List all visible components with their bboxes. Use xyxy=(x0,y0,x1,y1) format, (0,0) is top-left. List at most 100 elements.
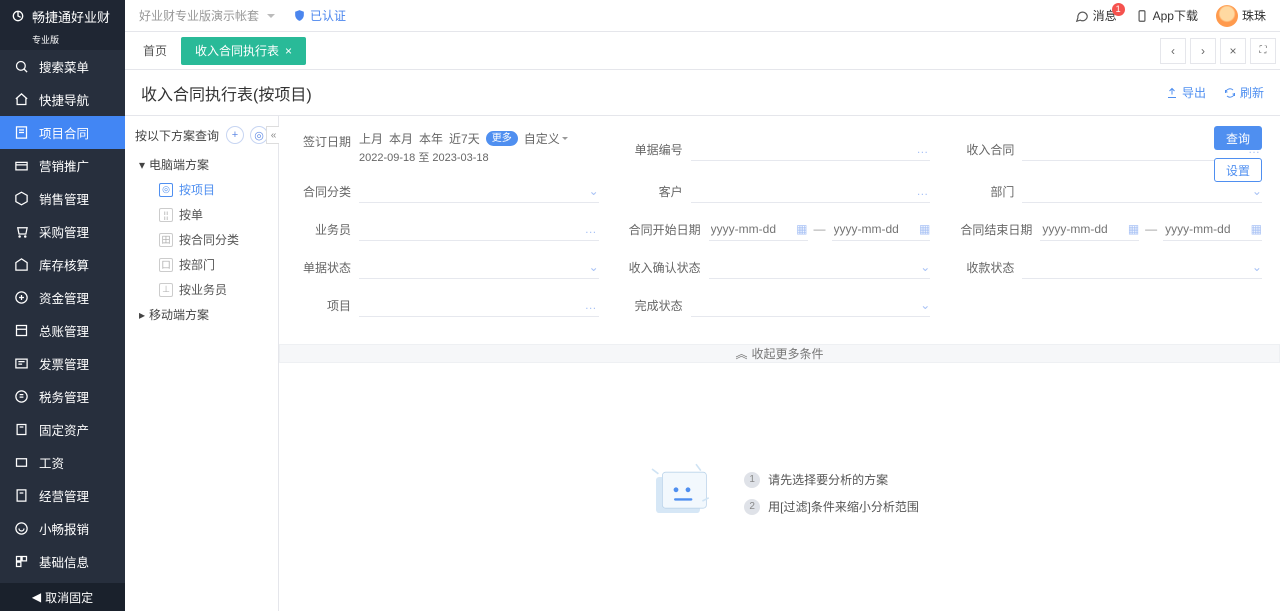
cend-to[interactable]: ▦ xyxy=(1163,217,1262,241)
tab-controls: ‹ › × ⛶ xyxy=(1160,38,1280,64)
settings-button[interactable]: 设置 xyxy=(1214,158,1262,182)
docstate-select[interactable]: ⌄ xyxy=(359,255,599,279)
page-body: 按以下方案查询 + ◎ « ▾ 电脑端方案 ◎按项目 ¦¦按单 田按合同分类 囗… xyxy=(125,116,1280,611)
content: 签订日期 上月 本月 本年 近7天 更多 自定义 2022-09-18 至 20… xyxy=(279,116,1280,611)
chevron-down-icon: ⌄ xyxy=(589,260,599,274)
sidebar-item-marketing[interactable]: 营销推广 xyxy=(0,149,125,182)
chevron-down-icon: ⌄ xyxy=(1252,184,1262,198)
page-header: 收入合同执行表(按项目) 导出 刷新 xyxy=(125,70,1280,116)
close-icon[interactable]: × xyxy=(285,44,292,58)
scheme-group-mobile[interactable]: ▸ 移动端方案 xyxy=(131,302,278,327)
sidebar-item-biz[interactable]: 经营管理 xyxy=(0,479,125,512)
sidebar-item-search[interactable]: 搜索菜单 xyxy=(0,50,125,83)
user-menu[interactable]: 珠珠 xyxy=(1216,5,1266,27)
auth-badge: 已认证 xyxy=(293,7,346,24)
salesman-lookup[interactable]: … xyxy=(359,217,599,241)
edition-tag: 专业版 xyxy=(0,32,125,50)
logo: 畅捷通好业财 xyxy=(0,0,125,32)
export-icon xyxy=(1166,87,1178,99)
sidebar-item-contract[interactable]: 项目合同 xyxy=(0,116,125,149)
donestate-select[interactable]: ⌄ xyxy=(691,293,931,317)
more-icon: … xyxy=(916,142,930,156)
customer-lookup[interactable]: … xyxy=(691,179,931,203)
date-input[interactable] xyxy=(1163,221,1250,237)
project-lookup[interactable]: … xyxy=(359,293,599,317)
refresh-button[interactable]: 刷新 xyxy=(1224,84,1264,101)
tab-expand[interactable]: ⛶ xyxy=(1250,38,1276,64)
notifications-button[interactable]: 消息 1 xyxy=(1075,7,1117,24)
chip-7days[interactable]: 近7天 xyxy=(449,130,480,147)
class-select[interactable]: ⌄ xyxy=(359,179,599,203)
scheme-item-class[interactable]: 田按合同分类 xyxy=(131,227,278,252)
sidebar-item-shortcut[interactable]: 快捷导航 xyxy=(0,83,125,116)
field-project: 项目 … xyxy=(297,286,599,324)
date-input[interactable] xyxy=(832,221,920,237)
field-contract-end: 合同结束日期 ▦ — ▦ xyxy=(960,210,1262,248)
revstate-select[interactable]: ⌄ xyxy=(709,255,931,279)
sidebar-item-fund[interactable]: 资金管理 xyxy=(0,281,125,314)
cstart-from[interactable]: ▦ xyxy=(709,217,808,241)
date-input[interactable] xyxy=(709,221,797,237)
chat-icon xyxy=(1075,9,1089,23)
download-button[interactable]: App下载 xyxy=(1135,7,1198,24)
sidebar-item-expense[interactable]: 小畅报销 xyxy=(0,512,125,545)
scheme-item-project[interactable]: ◎按项目 xyxy=(131,177,278,202)
sidebar: 畅捷通好业财 专业版 搜索菜单 快捷导航 项目合同 营销推广 销售管理 采购管理… xyxy=(0,0,125,611)
collapse-filters[interactable]: ︽ 收起更多条件 xyxy=(279,344,1280,363)
tab-home[interactable]: 首页 xyxy=(129,37,181,65)
scheme-add-button[interactable]: + xyxy=(226,126,244,144)
more-icon: … xyxy=(585,298,599,312)
tab-report[interactable]: 收入合同执行表× xyxy=(181,37,306,65)
chevron-down-icon: ⌄ xyxy=(589,184,599,198)
sidebar-item-basic[interactable]: 基础信息 xyxy=(0,545,125,578)
chevron-down-icon: ⌄ xyxy=(920,260,930,274)
sidebar-item-asset[interactable]: 固定资产 xyxy=(0,413,125,446)
chip-this-month[interactable]: 本月 xyxy=(389,130,413,147)
bars-icon: ¦¦ xyxy=(159,208,173,222)
sidebar-item-ledger[interactable]: 总账管理 xyxy=(0,314,125,347)
pin-icon: ◀ xyxy=(32,590,41,604)
query-button[interactable]: 查询 xyxy=(1214,126,1262,150)
sidebar-item-purchase[interactable]: 采购管理 xyxy=(0,215,125,248)
field-contract-start: 合同开始日期 ▦ — ▦ xyxy=(629,210,931,248)
sidebar-item-salary[interactable]: 工资 xyxy=(0,446,125,479)
sidebar-item-invoice[interactable]: 发票管理 xyxy=(0,347,125,380)
chip-more[interactable]: 更多 xyxy=(486,131,518,146)
scheme-group-pc[interactable]: ▾ 电脑端方案 xyxy=(131,152,278,177)
scheme-item-dept[interactable]: 囗按部门 xyxy=(131,252,278,277)
chip-this-year[interactable]: 本年 xyxy=(419,130,443,147)
cstart-to[interactable]: ▦ xyxy=(832,217,931,241)
field-done-state: 完成状态 ⌄ xyxy=(629,286,931,324)
tab-prev[interactable]: ‹ xyxy=(1160,38,1186,64)
field-sign-date: 签订日期 上月 本月 本年 近7天 更多 自定义 2022-09-18 至 20… xyxy=(297,126,599,172)
field-salesman: 业务员 … xyxy=(297,210,599,248)
scheme-tree: ▾ 电脑端方案 ◎按项目 ¦¦按单 田按合同分类 囗按部门 ⊥按业务员 ▸ 移动… xyxy=(125,152,278,327)
field-revenue-state: 收入确认状态 ⌄ xyxy=(629,248,931,286)
scheme-item-sales[interactable]: ⊥按业务员 xyxy=(131,277,278,302)
chevron-up-icon: ︽ xyxy=(735,345,747,362)
cend-from[interactable]: ▦ xyxy=(1040,217,1139,241)
scheme-title: 按以下方案查询 + ◎ xyxy=(125,126,278,152)
sidebar-item-sales[interactable]: 销售管理 xyxy=(0,182,125,215)
notification-badge: 1 xyxy=(1112,3,1125,16)
chip-last-month[interactable]: 上月 xyxy=(359,130,383,147)
scheme-item-order[interactable]: ¦¦按单 xyxy=(131,202,278,227)
sidebar-item-tax[interactable]: 税务管理 xyxy=(0,380,125,413)
tab-next[interactable]: › xyxy=(1190,38,1216,64)
calendar-icon: ▦ xyxy=(919,222,930,236)
export-button[interactable]: 导出 xyxy=(1166,84,1206,101)
empty-step-1: 1请先选择要分析的方案 xyxy=(744,471,919,488)
date-input[interactable] xyxy=(1040,221,1127,237)
sidebar-item-inventory[interactable]: 库存核算 xyxy=(0,248,125,281)
chip-custom[interactable]: 自定义 xyxy=(524,130,568,147)
sidebar-unpin[interactable]: ◀ 取消固定 xyxy=(0,583,125,611)
workspace-switcher[interactable]: 好业财专业版演示帐套 xyxy=(139,7,275,24)
scheme-collapse[interactable]: « xyxy=(266,126,280,144)
paystate-select[interactable]: ⌄ xyxy=(1022,255,1262,279)
doc-number-lookup[interactable]: … xyxy=(691,137,931,161)
sidebar-list: 搜索菜单 快捷导航 项目合同 营销推广 销售管理 采购管理 库存核算 资金管理 … xyxy=(0,50,125,583)
shield-icon xyxy=(293,9,306,22)
filter-actions: 查询 设置 xyxy=(1214,126,1262,182)
dept-select[interactable]: ⌄ xyxy=(1022,179,1262,203)
tab-close[interactable]: × xyxy=(1220,38,1246,64)
